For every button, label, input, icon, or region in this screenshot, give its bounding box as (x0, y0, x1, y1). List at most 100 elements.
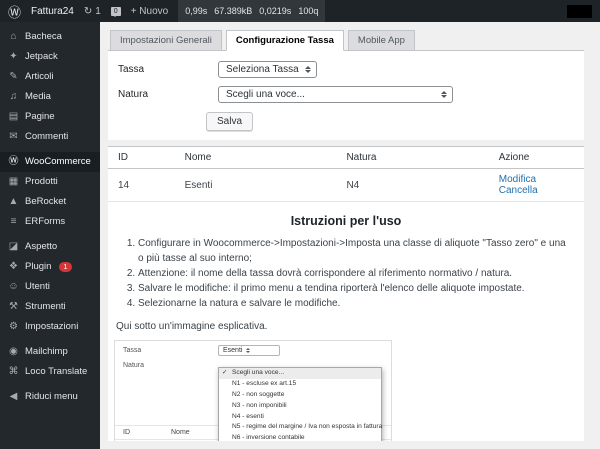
admin-sidebar: ⌂ Bacheca ✦ Jetpack ✎ Articoli ♫ Media ▤… (0, 22, 100, 449)
table-header-row: ID Nome Natura Azione (108, 146, 584, 169)
cancella-link[interactable]: Cancella (499, 185, 538, 196)
qm-memory: 67.389kB (214, 6, 253, 16)
updates-count: 1 (95, 5, 101, 17)
site-name-link[interactable]: Fattura24 (31, 6, 74, 17)
sidebar-item-berocket[interactable]: ▲ BeRocket (0, 192, 100, 212)
sidebar-item-label: Plugin (25, 261, 52, 272)
settings-icon: ⚙ (9, 321, 18, 332)
main-content: Impostazioni Generali Configurazione Tas… (100, 22, 600, 449)
tassa-label: Tassa (118, 64, 145, 75)
select-arrows-icon (246, 348, 251, 353)
save-button[interactable]: Salva (206, 112, 254, 131)
instruction-step: Selezionarne la natura e salvare le modi… (138, 296, 570, 311)
tab-impostazioni-generali[interactable]: Impostazioni Generali (110, 30, 222, 51)
tassa-select-value: Seleziona Tassa (226, 64, 299, 75)
header-nome: Nome (174, 146, 337, 169)
instructions-list: Configurare in Woocommerce->Impostazioni… (122, 236, 570, 311)
sidebar-item-label: BeRocket (25, 196, 67, 207)
natura-row: Natura Scegli una voce... (118, 86, 574, 103)
query-monitor-badge[interactable]: 0,99s 67.389kB 0,0219s 100q (178, 0, 326, 22)
sidebar-item-label: Utenti (25, 281, 50, 292)
sidebar-item-label: Aspetto (25, 241, 58, 252)
tab-configurazione-tassa[interactable]: Configurazione Tassa (225, 30, 344, 51)
tax-list-section: ID Nome Natura Azione 14 Esenti N4 Modif… (108, 146, 584, 441)
example-tassa-select: Esenti (218, 345, 280, 356)
natura-label: Natura (118, 89, 149, 100)
sidebar-item-plugin[interactable]: ❖ Plugin 1 (0, 257, 100, 277)
cell-id: 14 (108, 168, 175, 202)
qm-time: 0,99s (185, 6, 208, 16)
example-tassa-row: Tassa Esenti (115, 341, 391, 358)
example-natura-dropdown: ✓ Scegli una voce... N1 - escluse ex art… (218, 367, 382, 441)
sidebar-item-loco-translate[interactable]: ⌘ Loco Translate (0, 362, 100, 382)
sidebar-item-strumenti[interactable]: ⚒ Strumenti (0, 297, 100, 317)
sidebar-item-label: Jetpack (25, 51, 58, 62)
example-tassa-label: Tassa (123, 347, 142, 354)
dropdown-option: N2 - non soggette (232, 390, 285, 398)
header-azione: Azione (488, 146, 584, 169)
loco-translate-icon: ⌘ (8, 366, 19, 377)
dropdown-option: N6 - inversione contabile (232, 434, 305, 441)
instruction-step: Attenzione: il nome della tassa dovrà co… (138, 266, 570, 281)
users-icon: ☺ (8, 281, 19, 292)
cell-azione: Modifica Cancella (488, 168, 584, 202)
tassa-select[interactable]: Seleziona Tassa (218, 61, 317, 78)
dropdown-option: N4 - esenti (232, 412, 264, 420)
collapse-label: Riduci menu (25, 391, 78, 402)
comments-icon: ✉ (9, 131, 18, 142)
example-caption: Qui sotto un'immagine esplicativa. (116, 321, 268, 332)
dropdown-option: N5 - regime del margine / Iva non espost… (232, 423, 383, 431)
appearance-icon: ◪ (8, 241, 19, 252)
sidebar-item-aspetto[interactable]: ◪ Aspetto (0, 237, 100, 257)
updates-indicator[interactable]: ↻ 1 (84, 6, 101, 17)
table-row: 14 Esenti N4 Modifica Cancella (108, 168, 584, 202)
sidebar-item-articoli[interactable]: ✎ Articoli (0, 67, 100, 87)
sidebar-item-woocommerce[interactable]: Ⓦ WooCommerce (0, 152, 100, 172)
plugin-update-badge: 1 (59, 262, 72, 272)
select-arrows-icon (304, 66, 311, 73)
sidebar-item-bacheca[interactable]: ⌂ Bacheca (0, 27, 100, 47)
admin-bar: Ⓦ Fattura24 ↻ 1 0 + Nuovo 0,99s 67.389kB… (0, 0, 600, 22)
sidebar-item-label: Loco Translate (25, 366, 88, 377)
products-icon: ▦ (8, 176, 19, 187)
sidebar-item-commenti[interactable]: ✉ Commenti (0, 127, 100, 147)
example-header-nome: Nome (171, 429, 190, 436)
sidebar-item-label: Prodotti (25, 176, 58, 187)
forms-icon: ≡ (10, 216, 17, 227)
comments-indicator[interactable]: 0 (110, 6, 121, 17)
sidebar-item-label: ERForms (25, 216, 66, 227)
sidebar-item-impostazioni[interactable]: ⚙ Impostazioni (0, 317, 100, 337)
sidebar-item-jetpack[interactable]: ✦ Jetpack (0, 47, 100, 67)
sidebar-item-label: Media (25, 91, 51, 102)
sidebar-item-label: Pagine (25, 111, 55, 122)
qm-query-count: 100q (298, 6, 319, 16)
new-content-button[interactable]: + Nuovo (131, 6, 169, 17)
sidebar-item-label: Mailchimp (25, 346, 68, 357)
sidebar-item-pagine[interactable]: ▤ Pagine (0, 107, 100, 127)
natura-select[interactable]: Scegli una voce... (218, 86, 453, 103)
updates-icon: ↻ (83, 5, 93, 17)
sidebar-item-label: Strumenti (25, 301, 66, 312)
select-arrows-icon (441, 91, 447, 98)
qm-query-time: 0,0219s (259, 6, 292, 16)
sidebar-item-media[interactable]: ♫ Media (0, 87, 100, 107)
pages-icon: ▤ (8, 111, 19, 122)
wordpress-logo-icon[interactable]: Ⓦ (8, 2, 21, 21)
tools-icon: ⚒ (9, 301, 18, 312)
sidebar-item-erforms[interactable]: ≡ ERForms (0, 212, 100, 232)
berocket-icon: ▲ (8, 196, 19, 207)
posts-icon: ✎ (9, 71, 18, 82)
settings-tabs: Impostazioni Generali Configurazione Tas… (108, 30, 584, 51)
tab-mobile-app[interactable]: Mobile App (347, 30, 415, 51)
sidebar-item-label: Commenti (25, 131, 69, 142)
sidebar-item-mailchimp[interactable]: ◉ Mailchimp (0, 342, 100, 362)
sidebar-item-prodotti[interactable]: ▦ Prodotti (0, 172, 100, 192)
tassa-row: Tassa Seleziona Tassa (118, 61, 574, 78)
modifica-link[interactable]: Modifica (499, 174, 536, 185)
tax-table: ID Nome Natura Azione 14 Esenti N4 Modif… (108, 146, 584, 202)
dashboard-icon: ⌂ (10, 31, 17, 42)
instruction-step: Salvare le modifiche: il primo menu a te… (138, 281, 570, 296)
collapse-menu-button[interactable]: ◀ Riduci menu (0, 387, 100, 407)
instructions-title: Istruzioni per l'uso (290, 214, 402, 228)
sidebar-item-utenti[interactable]: ☺ Utenti (0, 277, 100, 297)
